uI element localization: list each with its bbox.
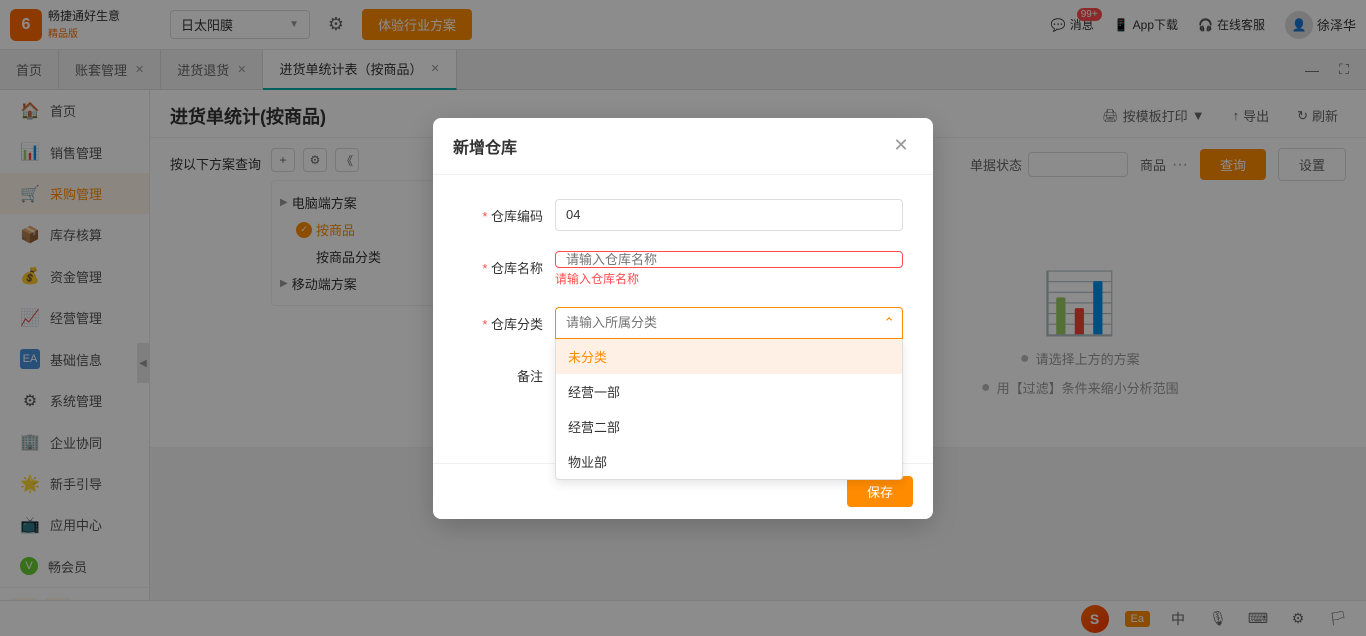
category-option-property[interactable]: 物业部 — [556, 444, 902, 479]
category-option-uncategorized[interactable]: 未分类 — [556, 339, 902, 374]
warehouse-category-row: 仓库分类 ⌃ 未分类 经营一部 经营二部 物业部 — [463, 307, 903, 339]
new-warehouse-modal: 新增仓库 ✕ 仓库编码 仓库名称 请输入仓库名称 仓库分类 — [433, 118, 933, 519]
modal-title: 新增仓库 — [453, 134, 517, 158]
warehouse-category-label: 仓库分类 — [463, 307, 543, 333]
category-option-dept2[interactable]: 经营二部 — [556, 409, 902, 444]
modal-body: 仓库编码 仓库名称 请输入仓库名称 仓库分类 ⌃ 未分类 — [433, 175, 933, 463]
modal-save-btn[interactable]: 保存 — [847, 476, 913, 507]
warehouse-name-input-wrap: 请输入仓库名称 — [555, 251, 903, 287]
category-dropdown-list: 未分类 经营一部 经营二部 物业部 — [555, 339, 903, 480]
warehouse-name-error: 请输入仓库名称 — [555, 270, 903, 287]
modal-header: 新增仓库 ✕ — [433, 118, 933, 175]
category-dropdown-arrow-icon[interactable]: ⌃ — [883, 314, 895, 331]
warehouse-category-input[interactable] — [555, 307, 903, 339]
warehouse-name-label: 仓库名称 — [463, 251, 543, 277]
warehouse-code-input[interactable] — [555, 199, 903, 231]
warehouse-code-row: 仓库编码 — [463, 199, 903, 231]
note-label: 备注 — [463, 359, 543, 385]
category-option-dept1[interactable]: 经营一部 — [556, 374, 902, 409]
warehouse-category-dropdown: ⌃ 未分类 经营一部 经营二部 物业部 — [555, 307, 903, 339]
modal-overlay: 新增仓库 ✕ 仓库编码 仓库名称 请输入仓库名称 仓库分类 — [0, 0, 1366, 636]
warehouse-code-label: 仓库编码 — [463, 199, 543, 225]
warehouse-name-row: 仓库名称 请输入仓库名称 — [463, 251, 903, 287]
modal-close-btn[interactable]: ✕ — [889, 134, 913, 158]
warehouse-name-input[interactable] — [555, 251, 903, 268]
